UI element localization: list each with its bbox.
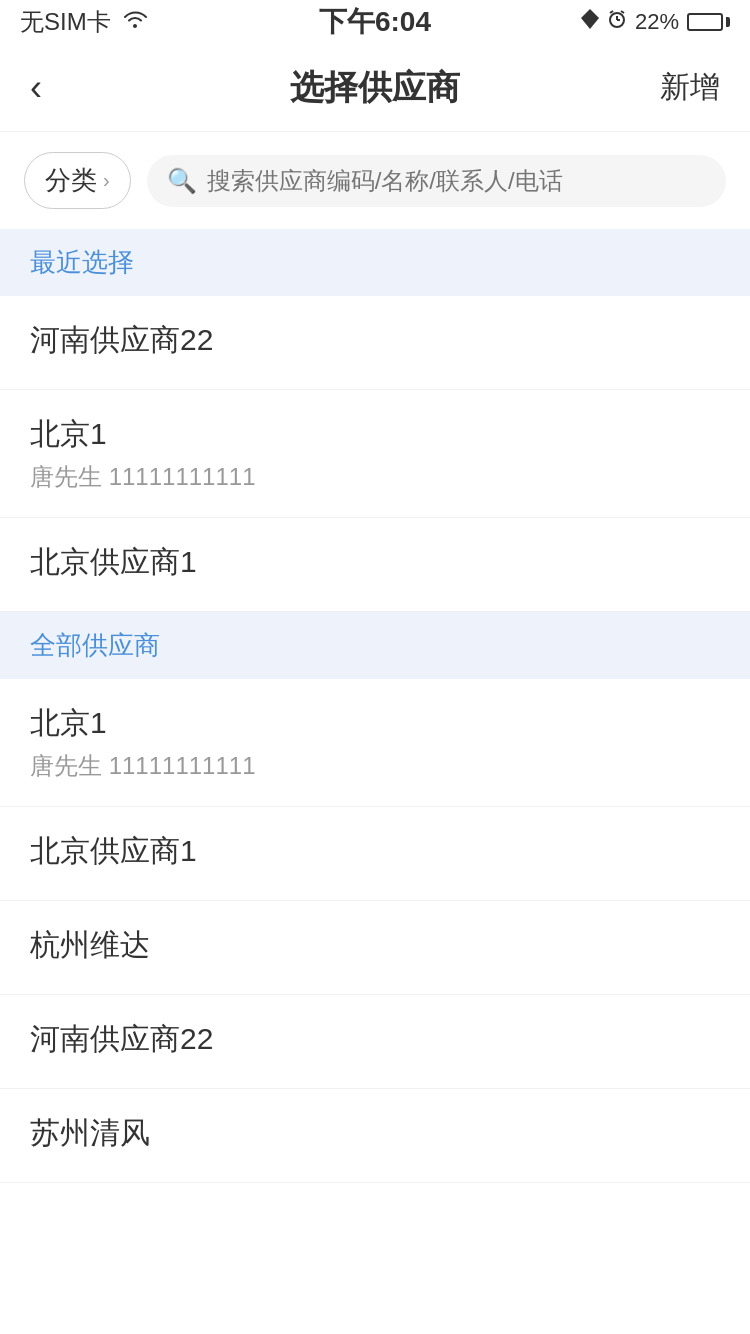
item-name: 北京1 [30,703,720,744]
search-input-wrap: 🔍 [147,155,726,207]
recent-items-list: 河南供应商22 北京1 唐先生 11111111111 北京供应商1 [0,296,750,612]
page-title: 选择供应商 [290,65,460,111]
list-item[interactable]: 北京1 唐先生 11111111111 [0,679,750,807]
item-name: 杭州维达 [30,925,720,966]
status-left: 无SIM卡 [20,6,149,38]
list-item[interactable]: 苏州清风 [0,1089,750,1183]
search-icon: 🔍 [167,167,197,195]
category-label: 分类 [45,163,97,198]
add-button[interactable]: 新增 [660,67,720,108]
item-name: 北京供应商1 [30,542,720,583]
category-button[interactable]: 分类 › [24,152,131,209]
svg-line-3 [610,11,613,13]
wifi-icon [121,8,149,36]
nav-bar: ‹ 选择供应商 新增 [0,44,750,132]
item-name: 北京供应商1 [30,831,720,872]
item-sub: 唐先生 11111111111 [30,750,720,782]
list-item[interactable]: 北京供应商1 [0,807,750,901]
search-bar: 分类 › 🔍 [0,132,750,229]
all-section-header: 全部供应商 [0,612,750,679]
carrier-text: 无SIM卡 [20,6,111,38]
recent-section-header: 最近选择 [0,229,750,296]
item-name: 河南供应商22 [30,1019,720,1060]
status-right: 22% [581,9,730,35]
recent-section-label: 最近选择 [30,247,134,277]
alarm-icon [607,9,627,35]
list-item[interactable]: 北京供应商1 [0,518,750,612]
list-item[interactable]: 河南供应商22 [0,296,750,390]
location-icon [581,9,599,35]
list-item[interactable]: 杭州维达 [0,901,750,995]
item-name: 苏州清风 [30,1113,720,1154]
item-sub: 唐先生 11111111111 [30,461,720,493]
all-items-list: 北京1 唐先生 11111111111 北京供应商1 杭州维达河南供应商22 苏州清风 [0,679,750,1183]
status-bar: 无SIM卡 下午6:04 22% [0,0,750,44]
status-time: 下午6:04 [319,3,431,41]
list-item[interactable]: 河南供应商22 [0,995,750,1089]
all-section-label: 全部供应商 [30,630,160,660]
battery-percent: 22% [635,9,679,35]
battery-icon [687,13,730,31]
item-name: 北京1 [30,414,720,455]
search-input[interactable] [207,167,706,195]
back-button[interactable]: ‹ [30,67,90,109]
chevron-right-icon: › [103,169,110,192]
list-item[interactable]: 北京1 唐先生 11111111111 [0,390,750,518]
svg-line-4 [621,11,624,13]
item-name: 河南供应商22 [30,320,720,361]
